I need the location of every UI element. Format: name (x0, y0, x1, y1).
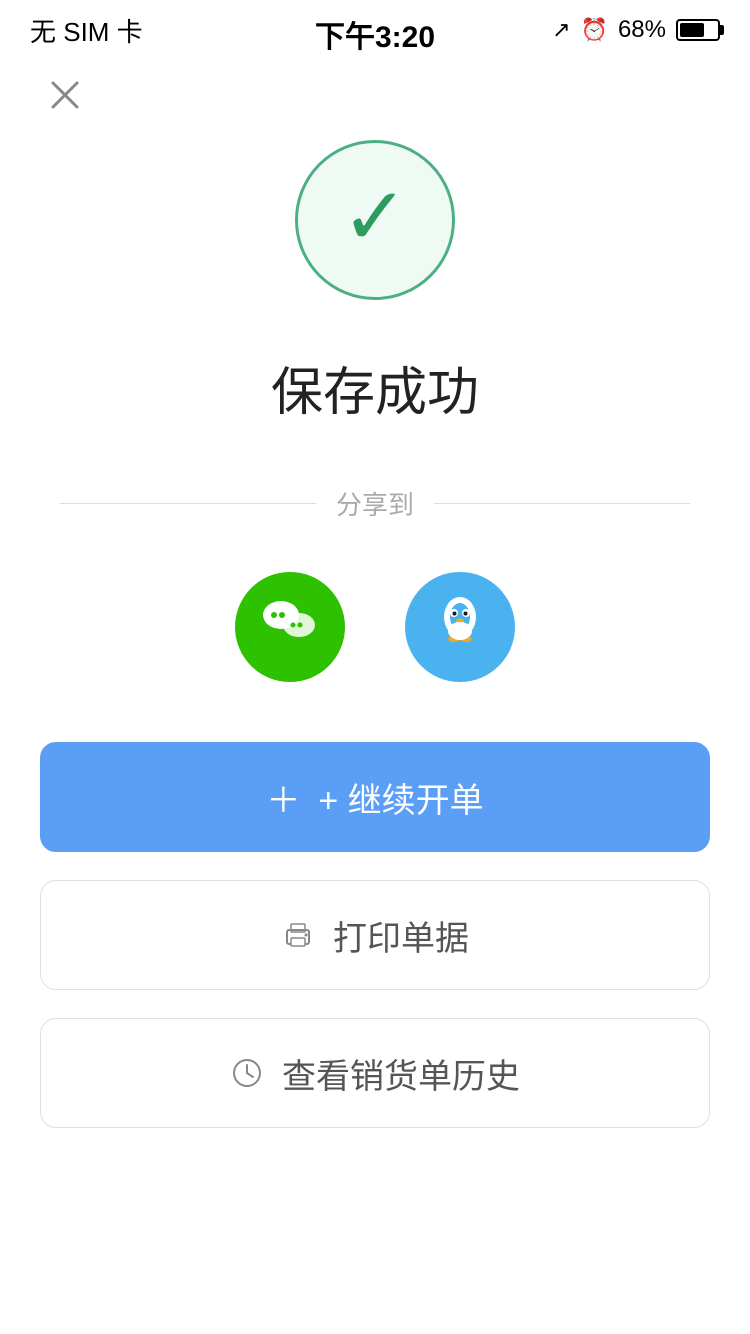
success-circle: ✓ (295, 140, 455, 300)
alarm-icon: ⏰ (581, 17, 608, 43)
carrier-text: 无 SIM 卡 (30, 12, 143, 49)
clock-icon (230, 1056, 264, 1090)
location-icon: ↗ (552, 17, 570, 43)
share-label: 分享到 (336, 485, 414, 522)
time-display: 下午3:20 (315, 12, 435, 56)
print-icon (281, 918, 315, 952)
print-label: 打印单据 (333, 911, 469, 960)
qq-share-button[interactable] (405, 572, 515, 682)
checkmark-icon: ✓ (341, 177, 408, 257)
plus-icon: ＋ (266, 773, 300, 822)
wechat-icon (261, 595, 319, 660)
status-bar: 无 SIM 卡 下午3:20 ↗ ⏰ 68% (0, 0, 750, 60)
history-button[interactable]: 查看销货单历史 (40, 1018, 710, 1128)
status-right: ↗ ⏰ 68% (552, 16, 720, 44)
qq-icon (430, 591, 490, 664)
action-buttons: ＋ + 继续开单 打印单据 查看销货单 (0, 742, 750, 1128)
wechat-share-button[interactable] (235, 572, 345, 682)
main-content: ✓ 保存成功 分享到 (0, 60, 750, 1128)
continue-order-label: + 继续开单 (318, 773, 483, 822)
close-button[interactable] (40, 70, 90, 120)
continue-order-button[interactable]: ＋ + 继续开单 (40, 742, 710, 852)
history-label: 查看销货单历史 (282, 1049, 520, 1098)
success-title: 保存成功 (271, 350, 479, 425)
battery-percent: 68% (618, 16, 666, 44)
share-icons (235, 572, 515, 682)
share-section: 分享到 (0, 485, 750, 682)
share-divider: 分享到 (0, 485, 750, 522)
battery-icon (676, 19, 720, 41)
status-left: 无 SIM 卡 (30, 12, 155, 49)
print-button[interactable]: 打印单据 (40, 880, 710, 990)
